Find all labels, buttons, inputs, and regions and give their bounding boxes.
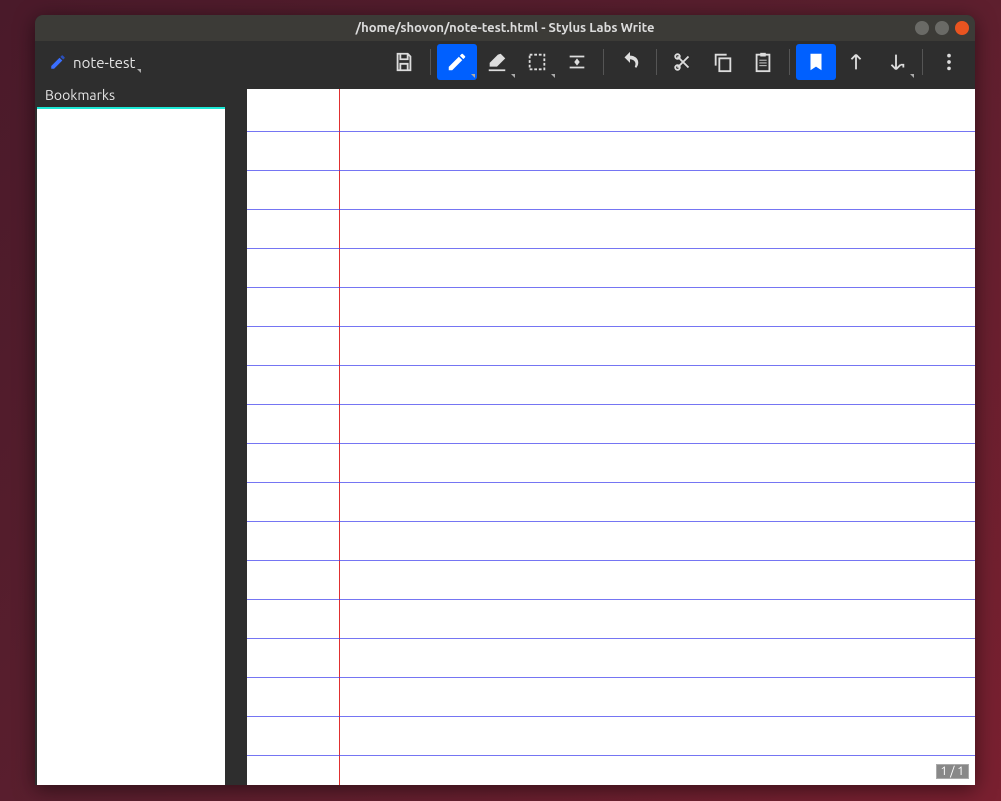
toolbar-separator [656,49,657,75]
prev-page-button[interactable] [836,44,876,80]
save-button[interactable] [384,44,424,80]
cut-button[interactable] [663,44,703,80]
canvas-area: 1 / 1 [235,83,975,785]
page-indicator: 1 / 1 [936,764,969,779]
document-menu[interactable]: note-test [41,49,143,75]
window-title: /home/shovon/note-test.html - Stylus Lab… [355,21,654,35]
chevron-down-icon [910,74,914,78]
ruled-line [247,599,975,600]
copy-button[interactable] [703,44,743,80]
close-button[interactable] [955,21,969,35]
window-controls [915,21,969,35]
chevron-down-icon [551,74,555,78]
chevron-down-icon [471,74,475,78]
toolbar-separator [922,49,923,75]
select-tool-button[interactable] [517,44,557,80]
bookmarks-list[interactable] [37,109,225,785]
pen-tool-button[interactable] [437,44,477,80]
insert-space-button[interactable] [557,44,597,80]
page-canvas[interactable] [247,89,975,785]
ruled-line [247,209,975,210]
paste-button[interactable] [743,44,783,80]
ruled-line [247,677,975,678]
sidebar: Bookmarks [37,83,225,785]
ruled-line [247,443,975,444]
ruled-line [247,248,975,249]
ruled-line [247,755,975,756]
ruled-line [247,638,975,639]
toolbar-separator [430,49,431,75]
next-page-button[interactable] [876,44,916,80]
chevron-down-icon [137,69,141,73]
app-window: /home/shovon/note-test.html - Stylus Lab… [35,15,975,785]
toolbar-separator [789,49,790,75]
ruled-line [247,170,975,171]
margin-line [339,89,340,785]
ruled-line [247,287,975,288]
ruled-line [247,482,975,483]
undo-button[interactable] [610,44,650,80]
maximize-button[interactable] [935,21,949,35]
sidebar-divider[interactable] [225,83,235,785]
bookmark-button[interactable] [796,44,836,80]
content-area: Bookmarks 1 / 1 [35,83,975,785]
chevron-down-icon [511,74,515,78]
overflow-menu-button[interactable] [929,44,969,80]
titlebar: /home/shovon/note-test.html - Stylus Lab… [35,15,975,41]
minimize-button[interactable] [915,21,929,35]
pencil-icon [49,53,67,71]
sidebar-header: Bookmarks [37,83,225,109]
ruled-line [247,716,975,717]
ruled-line [247,560,975,561]
ruled-line [247,521,975,522]
ruled-line [247,131,975,132]
toolbar: note-test [35,41,975,83]
document-name: note-test [73,54,135,71]
eraser-tool-button[interactable] [477,44,517,80]
toolbar-separator [603,49,604,75]
ruled-line [247,326,975,327]
ruled-line [247,365,975,366]
ruled-line [247,404,975,405]
